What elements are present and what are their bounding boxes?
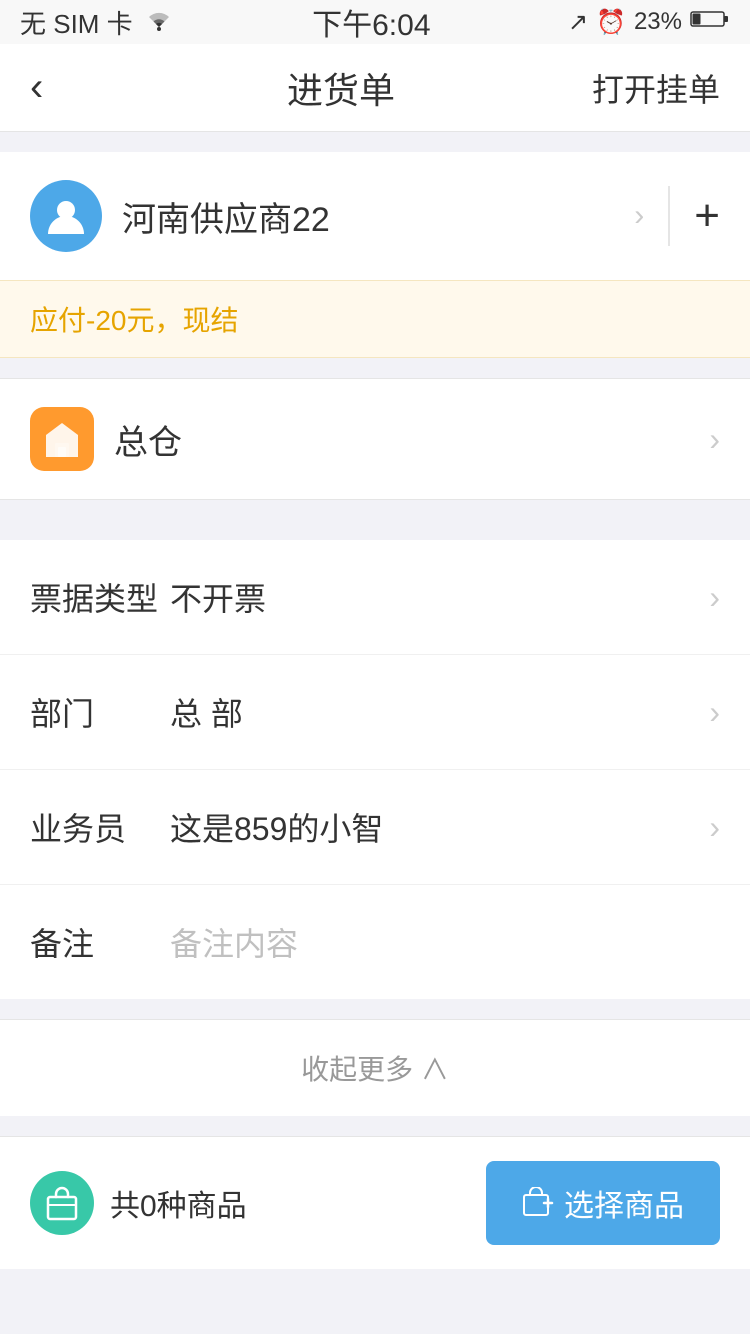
open-pending-button[interactable]: 打开挂单: [592, 65, 720, 111]
battery-icon: [690, 8, 730, 36]
collapse-label: 收起更多 ∧: [301, 1048, 449, 1088]
department-row[interactable]: 部门 总 部 ›: [0, 655, 750, 770]
select-product-button[interactable]: 选择商品: [486, 1161, 720, 1245]
product-count-text: 共0种商品: [110, 1181, 247, 1225]
supplier-name: 河南供应商22: [122, 192, 634, 241]
wifi-icon: [143, 7, 175, 38]
section-divider-2: [0, 358, 750, 378]
remark-input[interactable]: 备注内容: [170, 919, 720, 965]
section-divider-3: [0, 500, 750, 520]
supplier-divider: [668, 186, 670, 246]
person-icon: [44, 194, 88, 238]
collapse-row[interactable]: 收起更多 ∧: [0, 1019, 750, 1116]
remark-label: 备注: [30, 919, 170, 965]
battery-text: 23%: [634, 8, 682, 36]
notice-banner: 应付-20元，现结: [0, 280, 750, 358]
back-button[interactable]: ‹: [30, 65, 90, 110]
invoice-type-row[interactable]: 票据类型 不开票 ›: [0, 540, 750, 655]
supplier-chevron-icon: ›: [634, 199, 644, 233]
salesman-value: 这是859的小智: [170, 804, 709, 850]
product-count-area: 共0种商品: [30, 1171, 247, 1235]
warehouse-row[interactable]: 总仓 ›: [0, 378, 750, 500]
department-label: 部门: [30, 689, 170, 735]
product-icon-bg: [30, 1171, 94, 1235]
alarm-icon: ⏰: [596, 8, 626, 37]
remark-row[interactable]: 备注 备注内容: [0, 885, 750, 999]
supplier-avatar: [30, 180, 102, 252]
supplier-row[interactable]: 河南供应商22 › +: [0, 152, 750, 280]
status-left: 无 SIM 卡: [20, 4, 175, 41]
status-bar: 无 SIM 卡 下午6:04 ↗ ⏰ 23%: [0, 0, 750, 44]
warehouse-name: 总仓: [114, 415, 709, 464]
status-time: 下午6:04: [312, 0, 430, 44]
form-section: 票据类型 不开票 › 部门 总 部 › 业务员 这是859的小智 › 备注 备注…: [0, 540, 750, 999]
salesman-label: 业务员: [30, 804, 170, 850]
status-right: ↗ ⏰ 23%: [568, 8, 730, 37]
salesman-chevron-icon: ›: [709, 809, 720, 846]
section-divider-1: [0, 132, 750, 152]
warehouse-icon: [42, 419, 82, 459]
page-title: 进货单: [287, 62, 395, 114]
carrier-text: 无 SIM 卡: [20, 4, 133, 41]
location-icon: ↗: [568, 8, 588, 37]
invoice-type-label: 票据类型: [30, 574, 170, 620]
warehouse-chevron-icon: ›: [709, 421, 720, 458]
shopping-bag-icon: [44, 1185, 80, 1221]
add-product-icon: [522, 1187, 554, 1219]
department-chevron-icon: ›: [709, 694, 720, 731]
warehouse-icon-bg: [30, 407, 94, 471]
select-product-label: 选择商品: [564, 1181, 684, 1225]
nav-bar: ‹ 进货单 打开挂单: [0, 44, 750, 132]
bottom-bar: 共0种商品 选择商品: [0, 1136, 750, 1269]
department-value: 总 部: [170, 689, 709, 735]
invoice-type-value: 不开票: [170, 574, 709, 620]
invoice-type-chevron-icon: ›: [709, 579, 720, 616]
add-supplier-button[interactable]: +: [694, 191, 720, 241]
notice-text: 应付-20元，现结: [30, 305, 238, 336]
salesman-row[interactable]: 业务员 这是859的小智 ›: [0, 770, 750, 885]
